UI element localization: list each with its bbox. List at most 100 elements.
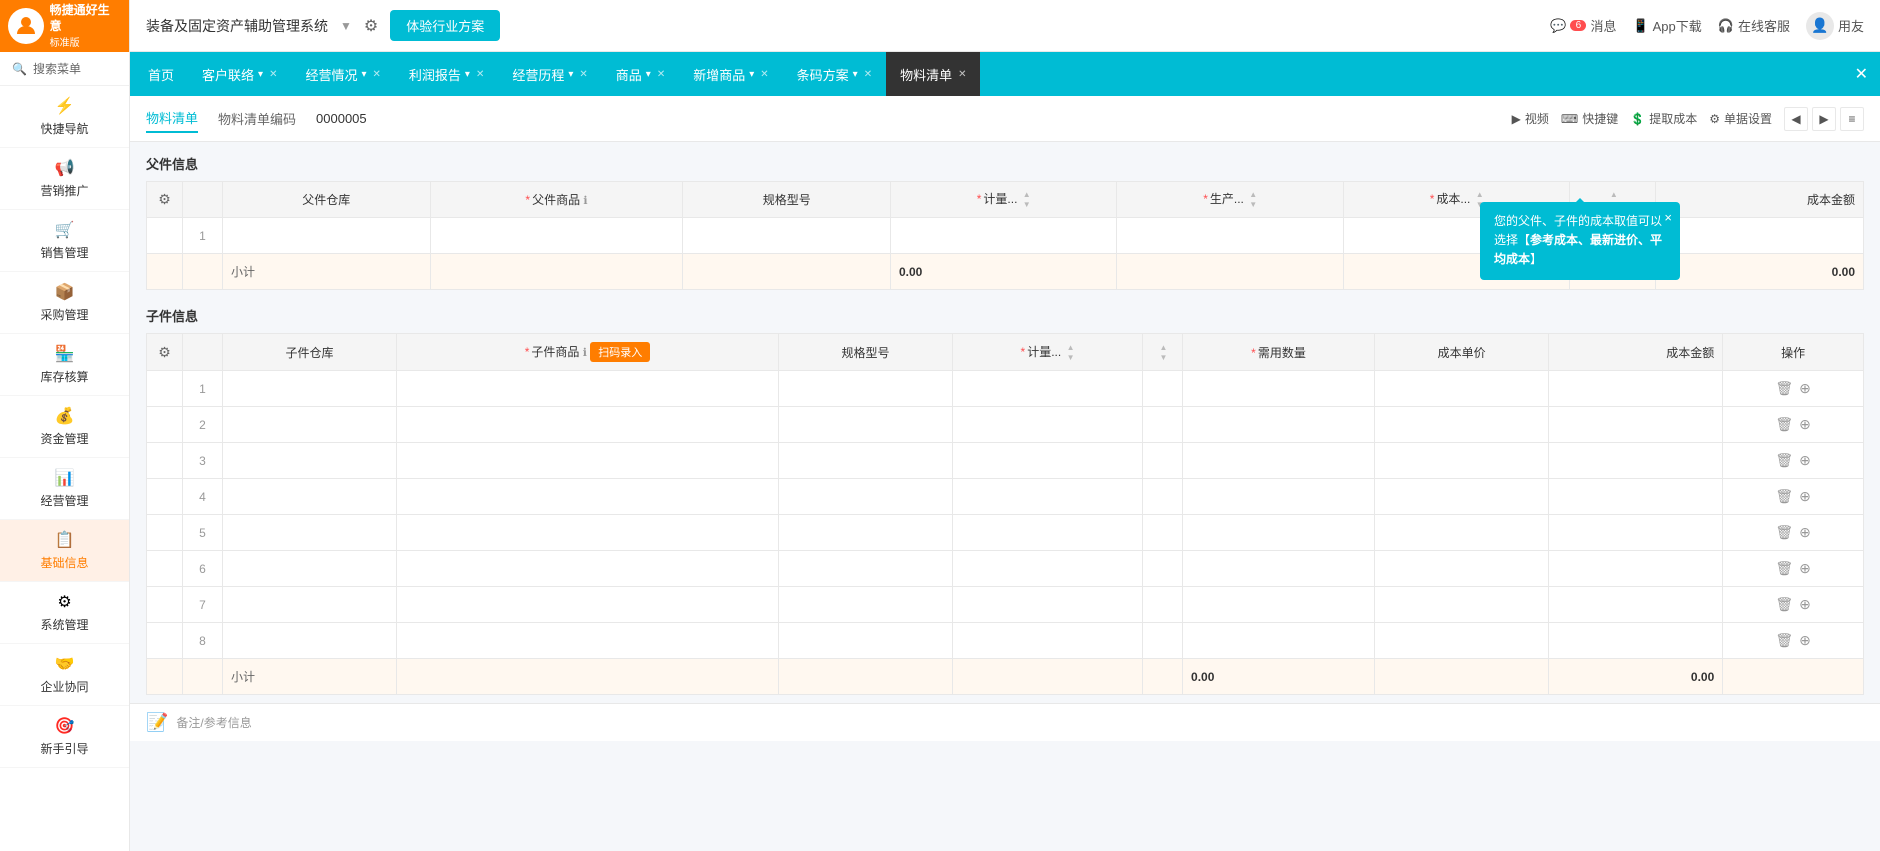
copy-icon[interactable]: ⊕ (1799, 488, 1811, 505)
parent-row-goods[interactable] (430, 218, 683, 254)
trial-button[interactable]: 体验行业方案 (390, 10, 500, 41)
child-row-spec[interactable] (778, 407, 952, 443)
parent-row-spec[interactable] (683, 218, 891, 254)
tab-goods[interactable]: 商品 ▾ ✕ (602, 52, 679, 96)
sidebar-item-basic-info[interactable]: 📋 基础信息 (0, 520, 129, 582)
child-row-goods[interactable] (397, 443, 779, 479)
parent-row-qty[interactable] (890, 218, 1116, 254)
child-row-spec[interactable] (778, 371, 952, 407)
child-row-goods[interactable] (397, 515, 779, 551)
app-download-action[interactable]: 📱 App下载 (1632, 16, 1701, 35)
sidebar-item-newbie[interactable]: 🎯 新手引导 (0, 706, 129, 768)
shortcut-action[interactable]: ⌨ 快捷键 (1561, 110, 1618, 127)
child-row-warehouse[interactable] (223, 551, 397, 587)
sidebar-item-sales[interactable]: 🛒 销售管理 (0, 210, 129, 272)
delete-icon[interactable]: 🗑 (1775, 560, 1793, 577)
search-menu[interactable]: 🔍 搜索菜单 (0, 52, 129, 86)
tab-customer[interactable]: 客户联络 ▾ ✕ (188, 52, 291, 96)
view-action[interactable]: ▶ 视频 (1512, 110, 1549, 127)
tab-barcode-close[interactable]: ✕ (864, 69, 872, 80)
parent-gear-icon[interactable]: ⚙ (158, 191, 171, 207)
settings-icon[interactable]: ⚙ (364, 16, 378, 36)
child-row-needed-qty[interactable] (1183, 587, 1375, 623)
sidebar-item-operations[interactable]: 📊 经营管理 (0, 458, 129, 520)
child-row-unit-cost[interactable] (1375, 515, 1549, 551)
child-row-goods[interactable] (397, 623, 779, 659)
child-row-goods[interactable] (397, 371, 779, 407)
copy-icon[interactable]: ⊕ (1799, 596, 1811, 613)
online-service-action[interactable]: 🎧 在线客服 (1718, 16, 1790, 35)
child-row-spec[interactable] (778, 587, 952, 623)
child-row-unit-cost[interactable] (1375, 479, 1549, 515)
child-row-qty[interactable] (953, 623, 1143, 659)
tab-history-close[interactable]: ✕ (579, 69, 587, 80)
copy-icon[interactable]: ⊕ (1799, 524, 1811, 541)
message-action[interactable]: 💬 6 消息 (1550, 16, 1616, 35)
child-row-spec[interactable] (778, 515, 952, 551)
child-row-unit-cost[interactable] (1375, 371, 1549, 407)
delete-icon[interactable]: 🗑 (1775, 596, 1793, 613)
sub-tab-bom-code[interactable]: 物料清单编码 (218, 105, 296, 132)
child-row-qty[interactable] (953, 515, 1143, 551)
system-dropdown-icon[interactable]: ▼ (340, 19, 352, 33)
delete-icon[interactable]: 🗑 (1775, 524, 1793, 541)
tab-barcode[interactable]: 条码方案 ▾ ✕ (783, 52, 886, 96)
child-row-needed-qty[interactable] (1183, 407, 1375, 443)
delete-icon[interactable]: 🗑 (1775, 632, 1793, 649)
copy-icon[interactable]: ⊕ (1799, 380, 1811, 397)
sidebar-item-system[interactable]: ⚙ 系统管理 (0, 582, 129, 644)
child-row-warehouse[interactable] (223, 443, 397, 479)
tab-operations-close[interactable]: ✕ (373, 69, 381, 80)
child-row-needed-qty[interactable] (1183, 443, 1375, 479)
child-row-spec[interactable] (778, 623, 952, 659)
parent-row-production[interactable] (1117, 218, 1343, 254)
child-row-qty[interactable] (953, 407, 1143, 443)
tab-bom-close[interactable]: ✕ (958, 69, 966, 80)
tab-goods-close[interactable]: ✕ (657, 69, 665, 80)
all-tabs-close[interactable]: ✕ (1847, 64, 1876, 84)
child-row-spec[interactable] (778, 551, 952, 587)
child-row-spec[interactable] (778, 443, 952, 479)
scan-input-btn[interactable]: 扫码录入 (590, 342, 650, 362)
tab-operations-status[interactable]: 经营情况 ▾ ✕ (291, 52, 394, 96)
child-row-spec[interactable] (778, 479, 952, 515)
delete-icon[interactable]: 🗑 (1775, 380, 1793, 397)
child-row-qty[interactable] (953, 587, 1143, 623)
tab-profit-close[interactable]: ✕ (476, 69, 484, 80)
page-list-btn[interactable]: ≡ (1840, 107, 1864, 131)
sub-tab-bom-list[interactable]: 物料清单 (146, 104, 198, 133)
child-row-qty[interactable] (953, 371, 1143, 407)
child-row-qty[interactable] (953, 551, 1143, 587)
tab-new-goods[interactable]: 新增商品 ▾ ✕ (679, 52, 782, 96)
child-row-warehouse[interactable] (223, 371, 397, 407)
child-row-unit-cost[interactable] (1375, 443, 1549, 479)
child-row-unit-cost[interactable] (1375, 587, 1549, 623)
child-row-needed-qty[interactable] (1183, 479, 1375, 515)
child-row-needed-qty[interactable] (1183, 371, 1375, 407)
tab-new-goods-close[interactable]: ✕ (760, 69, 768, 80)
delete-icon[interactable]: 🗑 (1775, 488, 1793, 505)
child-row-goods[interactable] (397, 587, 779, 623)
child-row-unit-cost[interactable] (1375, 551, 1549, 587)
sidebar-item-purchase[interactable]: 📦 采购管理 (0, 272, 129, 334)
tab-history[interactable]: 经营历程 ▾ ✕ (498, 52, 601, 96)
child-row-unit-cost[interactable] (1375, 407, 1549, 443)
extract-cost-action[interactable]: 💲 提取成本 (1630, 110, 1697, 127)
child-row-qty[interactable] (953, 443, 1143, 479)
child-row-unit-cost[interactable] (1375, 623, 1549, 659)
child-row-warehouse[interactable] (223, 623, 397, 659)
tab-bom[interactable]: 物料清单 ✕ (886, 52, 980, 96)
tab-customer-close[interactable]: ✕ (269, 69, 277, 80)
sidebar-item-inventory[interactable]: 🏪 库存核算 (0, 334, 129, 396)
copy-icon[interactable]: ⊕ (1799, 560, 1811, 577)
delete-icon[interactable]: 🗑 (1775, 452, 1793, 469)
user-action[interactable]: 👤 用友 (1806, 12, 1864, 40)
child-row-warehouse[interactable] (223, 407, 397, 443)
page-prev-btn[interactable]: ◀ (1784, 107, 1808, 131)
sidebar-item-cooperation[interactable]: 🤝 企业协同 (0, 644, 129, 706)
tab-profit[interactable]: 利润报告 ▾ ✕ (395, 52, 498, 96)
single-settings-action[interactable]: ⚙ 单据设置 (1709, 110, 1772, 127)
tooltip-close-btn[interactable]: × (1664, 208, 1672, 229)
page-next-btn[interactable]: ▶ (1812, 107, 1836, 131)
child-row-needed-qty[interactable] (1183, 623, 1375, 659)
